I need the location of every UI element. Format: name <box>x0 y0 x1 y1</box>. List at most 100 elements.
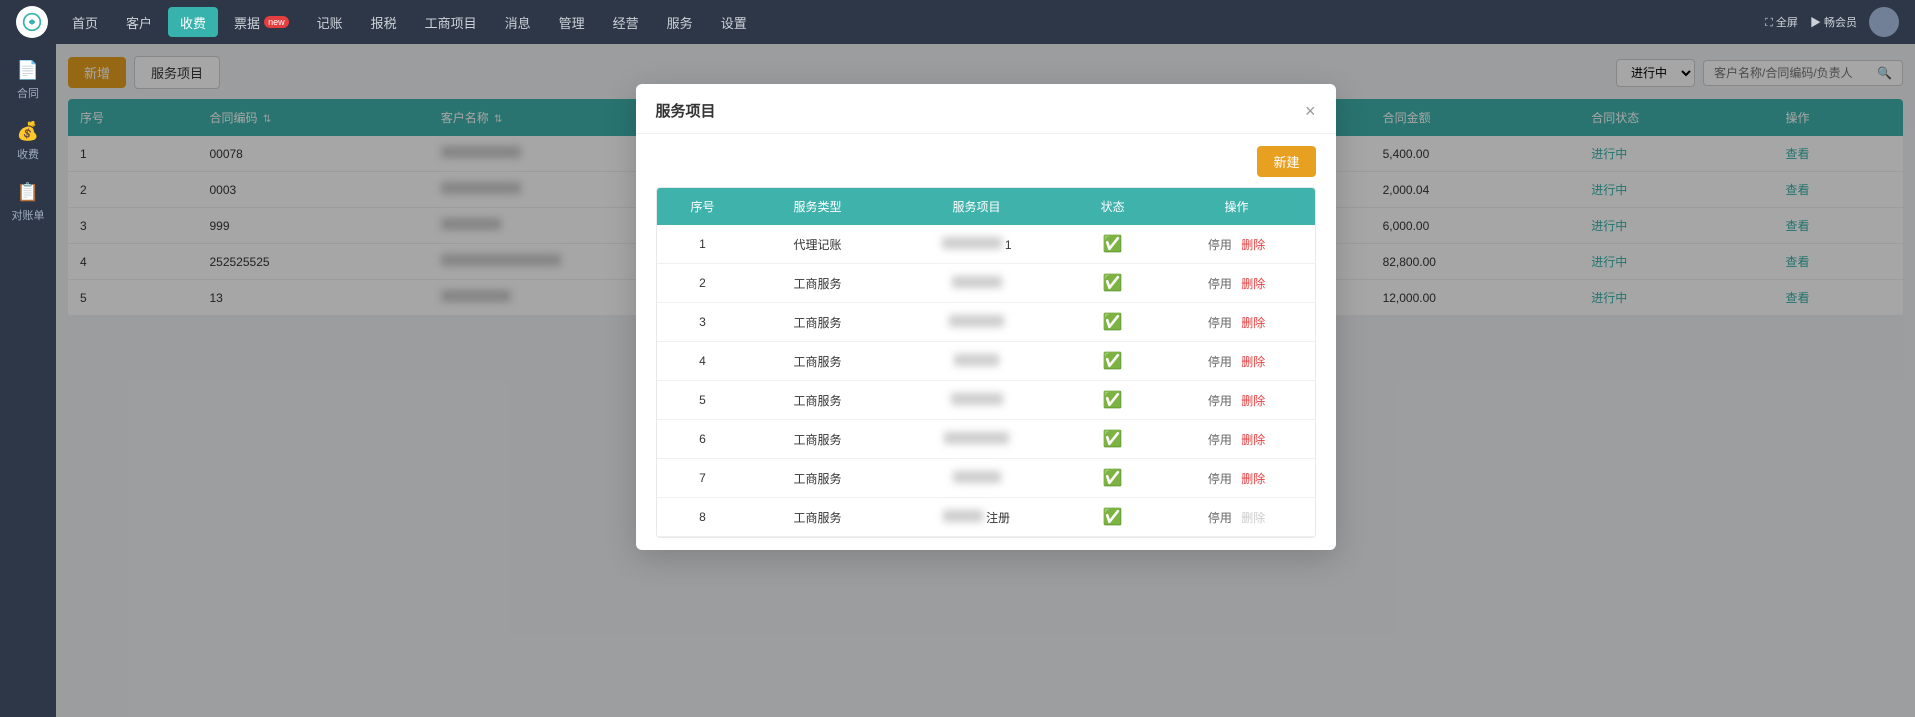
modal-cell-status: ✅ <box>1067 498 1159 537</box>
nav-charge[interactable]: 收费 <box>168 7 218 37</box>
stop-button[interactable]: 停用 <box>1208 511 1232 525</box>
sidebar-item-charge-label: 收费 <box>17 146 39 162</box>
modal-cell-item: 注册 <box>886 498 1066 537</box>
modal-toolbar: 新建 <box>656 146 1316 177</box>
user-avatar[interactable] <box>1869 7 1899 37</box>
modal-cell-action: 停用 删除 <box>1159 381 1315 420</box>
modal-cell-action: 停用 删除 <box>1159 459 1315 498</box>
modal-cell-action: 停用 删除 <box>1159 264 1315 303</box>
delete-button[interactable]: 删除 <box>1241 394 1265 408</box>
fullscreen-button[interactable]: ⛶ 全屏 <box>1765 14 1798 30</box>
modal-cell-status: ✅ <box>1067 342 1159 381</box>
stop-button[interactable]: 停用 <box>1208 277 1232 291</box>
status-check-icon: ✅ <box>1103 275 1123 292</box>
modal-cell-item <box>886 459 1066 498</box>
modal-header-row: 序号 服务类型 服务项目 状态 操作 <box>657 188 1315 225</box>
status-check-icon: ✅ <box>1103 353 1123 370</box>
modal-cell-action: 停用 删除 <box>1159 342 1315 381</box>
nav-right: ⛶ 全屏 ▶ 畅会员 <box>1765 7 1899 37</box>
modal-cell-item <box>886 264 1066 303</box>
nav-commerce[interactable]: 工商项目 <box>413 7 489 37</box>
modal-title: 服务项目 <box>656 100 716 121</box>
top-navigation: 首页 客户 收费 票据 new 记账 报税 工商项目 消息 管理 经营 服务 设… <box>0 0 1915 44</box>
modal-cell-status: ✅ <box>1067 303 1159 342</box>
new-badge: new <box>264 16 289 29</box>
modal-col-type: 服务类型 <box>748 188 886 225</box>
modal-cell-action: 停用 删除 <box>1159 420 1315 459</box>
modal-table-row: 7 工商服务 ✅ 停用 删除 <box>657 459 1315 498</box>
modal-body: 新建 序号 服务类型 服务项目 状态 操作 <box>636 134 1336 550</box>
nav-tax[interactable]: 报税 <box>359 7 409 37</box>
delete-button[interactable]: 删除 <box>1241 355 1265 369</box>
stop-button[interactable]: 停用 <box>1208 433 1232 447</box>
main-layout: 📄 合同 💰 收费 📋 对账单 新增 服务项目 进行中 全部 已结束 <box>0 44 1915 717</box>
stop-button[interactable]: 停用 <box>1208 394 1232 408</box>
main-content: 新增 服务项目 进行中 全部 已结束 🔍 序号 合 <box>56 44 1915 717</box>
modal-cell-type: 工商服务 <box>748 381 886 420</box>
stop-button[interactable]: 停用 <box>1208 472 1232 486</box>
modal-table-row: 1 代理记账 1 ✅ 停用 删除 <box>657 225 1315 264</box>
modal-cell-status: ✅ <box>1067 381 1159 420</box>
charge-icon: 💰 <box>17 121 39 142</box>
modal-cell-seq: 5 <box>657 381 749 420</box>
stop-button[interactable]: 停用 <box>1208 238 1232 252</box>
modal-cell-item <box>886 342 1066 381</box>
status-check-icon: ✅ <box>1103 509 1123 526</box>
modal-cell-action: 停用 删除 <box>1159 303 1315 342</box>
stop-button[interactable]: 停用 <box>1208 355 1232 369</box>
sidebar-item-charge[interactable]: 💰 收费 <box>4 113 52 170</box>
nav-message[interactable]: 消息 <box>493 7 543 37</box>
modal-cell-item <box>886 420 1066 459</box>
nav-invoice[interactable]: 票据 new <box>222 7 301 37</box>
modal-table-row: 2 工商服务 ✅ 停用 删除 <box>657 264 1315 303</box>
modal-new-button[interactable]: 新建 <box>1257 146 1315 177</box>
contract-icon: 📄 <box>17 60 39 81</box>
modal-table-wrap[interactable]: 序号 服务类型 服务项目 状态 操作 1 代理记账 <box>656 187 1316 538</box>
modal-cell-seq: 7 <box>657 459 749 498</box>
modal-header: 服务项目 × <box>636 84 1336 134</box>
modal-table-row: 4 工商服务 ✅ 停用 删除 <box>657 342 1315 381</box>
nav-business[interactable]: 经营 <box>601 7 651 37</box>
modal-cell-seq: 6 <box>657 420 749 459</box>
modal-close-button[interactable]: × <box>1305 102 1316 120</box>
sidebar-item-contract[interactable]: 📄 合同 <box>4 52 52 109</box>
modal-overlay: 服务项目 × 新建 序号 服务类型 服务项目 <box>56 44 1915 717</box>
status-check-icon: ✅ <box>1103 470 1123 487</box>
modal-cell-seq: 2 <box>657 264 749 303</box>
modal-table: 序号 服务类型 服务项目 状态 操作 1 代理记账 <box>657 188 1315 537</box>
status-check-icon: ✅ <box>1103 431 1123 448</box>
modal-col-seq: 序号 <box>657 188 749 225</box>
modal-cell-type: 工商服务 <box>748 264 886 303</box>
status-check-icon: ✅ <box>1103 314 1123 331</box>
modal-cell-seq: 3 <box>657 303 749 342</box>
service-items-modal: 服务项目 × 新建 序号 服务类型 服务项目 <box>636 84 1336 550</box>
modal-cell-action: 停用 删除 <box>1159 225 1315 264</box>
modal-table-row: 6 工商服务 ✅ 停用 删除 <box>657 420 1315 459</box>
delete-button[interactable]: 删除 <box>1241 238 1265 252</box>
delete-button[interactable]: 删除 <box>1241 472 1265 486</box>
modal-cell-type: 工商服务 <box>748 303 886 342</box>
modal-cell-status: ✅ <box>1067 264 1159 303</box>
nav-settings[interactable]: 设置 <box>709 7 759 37</box>
reconcile-icon: 📋 <box>17 182 39 203</box>
modal-cell-type: 工商服务 <box>748 459 886 498</box>
nav-service[interactable]: 服务 <box>655 7 705 37</box>
modal-cell-item <box>886 381 1066 420</box>
sidebar-item-reconcile[interactable]: 📋 对账单 <box>4 174 52 231</box>
nav-bookkeeping[interactable]: 记账 <box>305 7 355 37</box>
modal-cell-seq: 8 <box>657 498 749 537</box>
delete-button[interactable]: 删除 <box>1241 316 1265 330</box>
modal-cell-type: 工商服务 <box>748 342 886 381</box>
nav-manage[interactable]: 管理 <box>547 7 597 37</box>
delete-button[interactable]: 删除 <box>1241 277 1265 291</box>
app-logo <box>16 6 48 38</box>
modal-col-status: 状态 <box>1067 188 1159 225</box>
stop-button[interactable]: 停用 <box>1208 316 1232 330</box>
modal-cell-status: ✅ <box>1067 420 1159 459</box>
nav-customer[interactable]: 客户 <box>114 7 164 37</box>
delete-button[interactable]: 删除 <box>1241 433 1265 447</box>
modal-cell-type: 代理记账 <box>748 225 886 264</box>
nav-home[interactable]: 首页 <box>60 7 110 37</box>
vip-button[interactable]: ▶ 畅会员 <box>1810 14 1857 30</box>
modal-cell-action: 停用 删除 <box>1159 498 1315 537</box>
